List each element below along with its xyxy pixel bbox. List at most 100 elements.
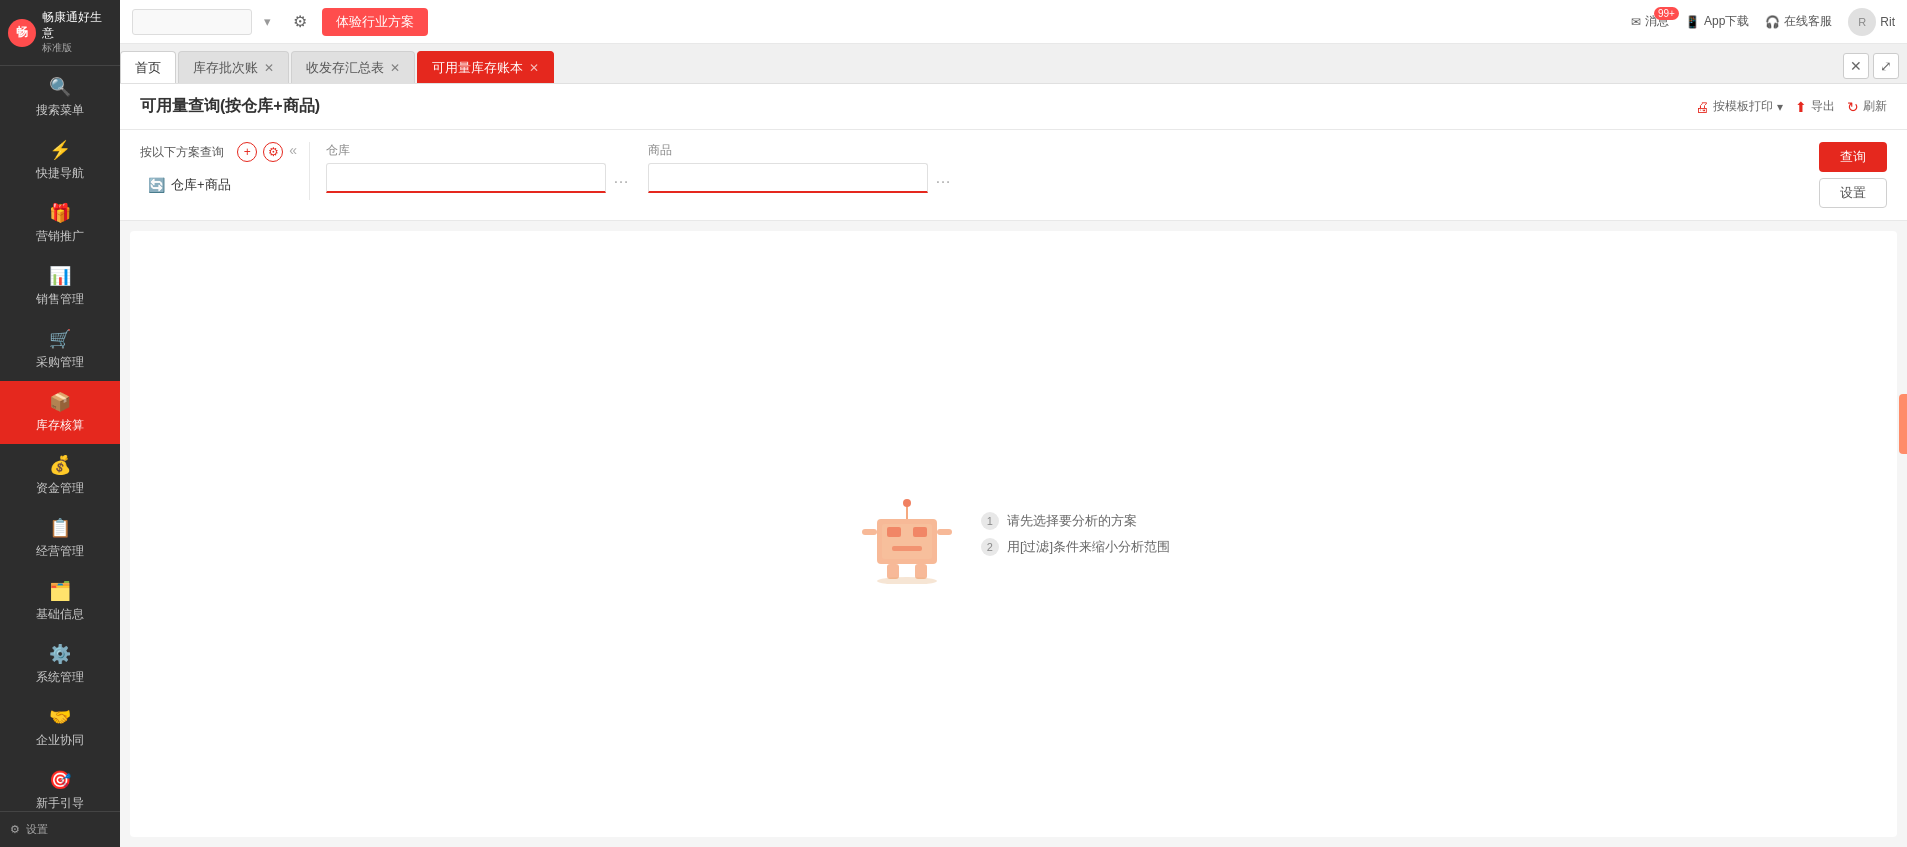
sidebar-item-basic[interactable]: 🗂️ 基础信息 <box>0 570 120 633</box>
filter-sidebar-icons: + ⚙ « <box>237 142 297 162</box>
tip-num-2: 2 <box>981 538 999 556</box>
empty-tip-2: 2 用[过滤]条件来缩小分析范围 <box>981 538 1170 556</box>
empty-tip-1: 1 请先选择要分析的方案 <box>981 512 1170 530</box>
collapse-btn[interactable]: « <box>289 142 297 162</box>
tabbar-actions: ✕ ⤢ <box>1835 53 1907 83</box>
warehouse-field: 仓库 … <box>326 142 632 193</box>
settings-btn[interactable]: 设置 <box>1819 178 1887 208</box>
goods-more-btn[interactable]: … <box>932 167 954 189</box>
sidebar-footer-label: 设置 <box>26 822 48 837</box>
scheme-item-warehouse-goods[interactable]: 🔄 仓库+商品 <box>140 170 297 200</box>
right-edge-handle[interactable] <box>1899 394 1907 454</box>
sidebar-item-purchase[interactable]: 🛒 采购管理 <box>0 318 120 381</box>
refresh-btn[interactable]: ↻ 刷新 <box>1847 98 1887 115</box>
sidebar-item-label-system: 系统管理 <box>36 669 84 686</box>
tab-close-all-btn[interactable]: ✕ <box>1843 53 1869 79</box>
search-input[interactable] <box>132 9 252 35</box>
search-dropdown-btn[interactable]: ▾ <box>256 11 278 33</box>
goods-field: 商品 … <box>648 142 954 193</box>
marketing-icon: 🎁 <box>49 202 71 224</box>
content-area: 可用量查询(按仓库+商品) 🖨 按模板打印 ▾ ⬆ 导出 ↻ 刷新 <box>120 84 1907 847</box>
sidebar-item-finance[interactable]: 💰 资金管理 <box>0 444 120 507</box>
warehouse-more-btn[interactable]: … <box>610 167 632 189</box>
message-icon: ✉ <box>1631 15 1641 29</box>
basic-icon: 🗂️ <box>49 580 71 602</box>
filter-area: 按以下方案查询 + ⚙ « 🔄 仓库+商品 仓库 <box>120 130 1907 221</box>
sidebar-item-enterprise[interactable]: 🤝 企业协同 <box>0 696 120 759</box>
template-print-btn[interactable]: 🖨 按模板打印 ▾ <box>1695 98 1783 115</box>
sidebar-footer[interactable]: ⚙ 设置 <box>0 811 120 847</box>
app-download-btn[interactable]: 📱 App下载 <box>1685 13 1749 30</box>
sidebar-item-system[interactable]: ⚙️ 系统管理 <box>0 633 120 696</box>
sidebar-item-label-shortcut: 快捷导航 <box>36 165 84 182</box>
sidebar-item-inventory[interactable]: 📦 库存核算 <box>0 381 120 444</box>
goods-label: 商品 <box>648 142 954 159</box>
tip-num-1: 1 <box>981 512 999 530</box>
query-btn[interactable]: 查询 <box>1819 142 1887 172</box>
customer-service-btn[interactable]: 🎧 在线客服 <box>1765 13 1832 30</box>
filter-scheme-label: 按以下方案查询 <box>140 144 224 161</box>
svg-rect-9 <box>887 564 899 579</box>
sidebar-item-sales[interactable]: 📊 销售管理 <box>0 255 120 318</box>
sidebar-header: 畅 畅康通好生意 标准版 <box>0 0 120 66</box>
goods-input-row: … <box>648 163 954 193</box>
svg-rect-3 <box>913 527 927 537</box>
topbar: ▾ ⚙ 体验行业方案 ✉ 消息 99+ 📱 App下载 🎧 在线客服 R <box>120 0 1907 44</box>
goods-input[interactable] <box>648 163 928 193</box>
scheme-item-label: 仓库+商品 <box>171 176 231 194</box>
tab-available-ledger-close[interactable]: ✕ <box>529 61 539 75</box>
sidebar-item-label-inventory: 库存核算 <box>36 417 84 434</box>
tab-stock-summary-close[interactable]: ✕ <box>390 61 400 75</box>
refresh-icon: ↻ <box>1847 99 1859 115</box>
tab-available-ledger[interactable]: 可用量库存账本 ✕ <box>417 51 554 83</box>
export-btn[interactable]: ⬆ 导出 <box>1795 98 1835 115</box>
sidebar-item-marketing[interactable]: 🎁 营销推广 <box>0 192 120 255</box>
svg-rect-2 <box>887 527 901 537</box>
operations-icon: 📋 <box>49 517 71 539</box>
shortcut-icon: ⚡ <box>49 139 71 161</box>
sidebar-item-label-basic: 基础信息 <box>36 606 84 623</box>
empty-tips: 1 请先选择要分析的方案 2 用[过滤]条件来缩小分析范围 <box>981 512 1170 556</box>
tab-home[interactable]: 首页 <box>120 51 176 83</box>
filter-sidebar-header: 按以下方案查询 + ⚙ « <box>140 142 297 162</box>
sidebar-item-newbie[interactable]: 🎯 新手引导 <box>0 759 120 811</box>
topbar-search-area: ▾ <box>132 9 278 35</box>
tab-stock-summary[interactable]: 收发存汇总表 ✕ <box>291 51 415 83</box>
sidebar-item-label-sales: 销售管理 <box>36 291 84 308</box>
sales-icon: 📊 <box>49 265 71 287</box>
topbar-settings-btn[interactable]: ⚙ <box>286 8 314 36</box>
settings-icon: ⚙ <box>10 823 20 836</box>
sidebar-item-shortcut[interactable]: ⚡ 快捷导航 <box>0 129 120 192</box>
scheme-settings-btn[interactable]: ⚙ <box>263 142 283 162</box>
tab-stock-summary-label: 收发存汇总表 <box>306 59 384 77</box>
sidebar-item-search[interactable]: 🔍 搜索菜单 <box>0 66 120 129</box>
warehouse-input[interactable] <box>326 163 606 193</box>
svg-point-11 <box>877 577 937 584</box>
trial-btn[interactable]: 体验行业方案 <box>322 8 428 36</box>
tip-text-2: 用[过滤]条件来缩小分析范围 <box>1007 538 1170 556</box>
main-content: ▾ ⚙ 体验行业方案 ✉ 消息 99+ 📱 App下载 🎧 在线客服 R <box>120 0 1907 847</box>
message-badge: 99+ <box>1654 7 1679 20</box>
sidebar-item-operations[interactable]: 📋 经营管理 <box>0 507 120 570</box>
tab-batch-ledger[interactable]: 库存批次账 ✕ <box>178 51 289 83</box>
enterprise-icon: 🤝 <box>49 706 71 728</box>
user-avatar-btn[interactable]: R Rit <box>1848 8 1895 36</box>
add-scheme-btn[interactable]: + <box>237 142 257 162</box>
sidebar-nav: 🔍 搜索菜单 ⚡ 快捷导航 🎁 营销推广 📊 销售管理 🛒 采购管理 📦 库存核… <box>0 66 120 811</box>
tab-batch-ledger-close[interactable]: ✕ <box>264 61 274 75</box>
app-version: 标准版 <box>42 41 112 55</box>
svg-point-6 <box>903 499 911 507</box>
sidebar-item-label-purchase: 采购管理 <box>36 354 84 371</box>
app-name: 畅康通好生意 <box>42 10 112 41</box>
sidebar-item-label-enterprise: 企业协同 <box>36 732 84 749</box>
export-label: 导出 <box>1811 98 1835 115</box>
inventory-icon: 📦 <box>49 391 71 413</box>
message-btn[interactable]: ✉ 消息 99+ <box>1631 13 1669 30</box>
filter-action-btns: 查询 设置 <box>1819 142 1887 208</box>
tab-expand-btn[interactable]: ⤢ <box>1873 53 1899 79</box>
username: Rit <box>1880 15 1895 29</box>
print-dropdown-icon: ▾ <box>1777 100 1783 114</box>
app-title-block: 畅康通好生意 标准版 <box>42 10 112 55</box>
page-title: 可用量查询(按仓库+商品) <box>140 96 320 117</box>
tab-home-label: 首页 <box>135 59 161 77</box>
